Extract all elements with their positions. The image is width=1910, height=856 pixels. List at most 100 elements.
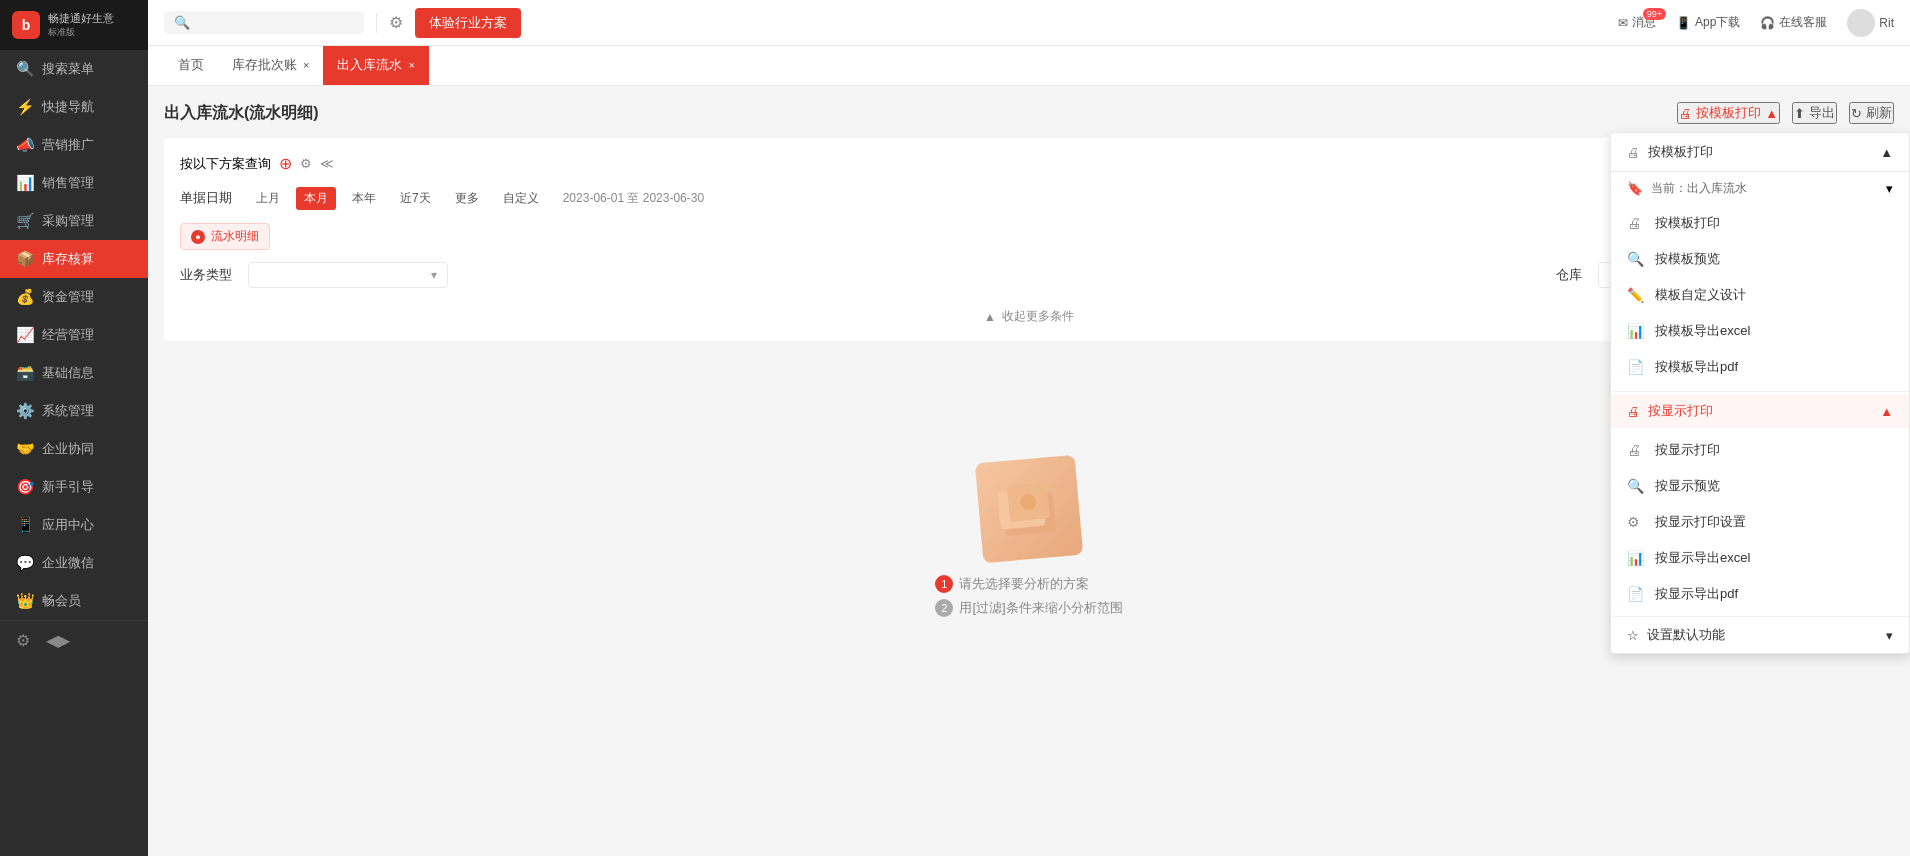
search-input[interactable] bbox=[196, 16, 336, 30]
tab-flow[interactable]: 出入库流水 × bbox=[323, 46, 428, 85]
design-icon: ✏️ bbox=[1627, 287, 1645, 303]
collapse-sidebar-btn[interactable]: ◀▶ bbox=[46, 631, 70, 650]
sidebar-item-system[interactable]: ⚙️ 系统管理 bbox=[0, 392, 148, 430]
tab-flow-close[interactable]: × bbox=[408, 59, 414, 71]
sidebar: b 畅捷通好生意 标准版 🔍 搜索菜单 ⚡ 快捷导航 📣 营销推广 📊 销售管理… bbox=[0, 0, 148, 856]
megaphone-icon: 📣 bbox=[16, 136, 34, 154]
label: 按模板导出excel bbox=[1655, 322, 1750, 340]
dropdown-divider bbox=[1611, 391, 1909, 392]
dropdown-template-preview[interactable]: 🔍 按模板预览 bbox=[1611, 241, 1909, 277]
tab-batch[interactable]: 库存批次账 × bbox=[218, 46, 323, 85]
label: 按显示打印 bbox=[1655, 441, 1720, 459]
date-option-this-month[interactable]: 本月 bbox=[296, 187, 336, 210]
topbar: 🔍 ⚙ 体验行业方案 ✉ 消息 99+ 📱 App下载 🎧 在线客服 Rit bbox=[148, 0, 1910, 46]
tabbar: 首页 库存批次账 × 出入库流水 × bbox=[148, 46, 1910, 86]
tab-home[interactable]: 首页 bbox=[164, 46, 218, 85]
topbar-search-box[interactable]: 🔍 bbox=[164, 11, 364, 34]
date-option-more[interactable]: 更多 bbox=[447, 187, 487, 210]
preview-icon: 🔍 bbox=[1627, 251, 1645, 267]
tab-home-label: 首页 bbox=[178, 56, 204, 74]
dropdown-header: 🖨 按模板打印 ▲ bbox=[1611, 133, 1909, 172]
flash-icon: ⚡ bbox=[16, 98, 34, 116]
crown-icon: 👑 bbox=[16, 592, 34, 610]
business-type-label: 业务类型 bbox=[180, 266, 232, 284]
dropdown-display-sub-header[interactable]: 🖨 按显示打印 ▲ bbox=[1611, 394, 1909, 428]
industry-solution-button[interactable]: 体验行业方案 bbox=[415, 8, 521, 38]
current-label: 当前：出入库流水 bbox=[1651, 180, 1747, 197]
label: 按显示导出pdf bbox=[1655, 585, 1738, 603]
export-button[interactable]: ⬆ 导出 bbox=[1792, 102, 1837, 124]
filter-collapse-btn[interactable]: ≪ bbox=[320, 156, 334, 171]
refresh-button[interactable]: ↻ 刷新 bbox=[1849, 102, 1894, 124]
sidebar-item-operations[interactable]: 📈 经营管理 bbox=[0, 316, 148, 354]
empty-tips: 1 请先选择要分析的方案 2 用[过滤]条件来缩小分析范围 bbox=[935, 575, 1122, 623]
dropdown-display-excel[interactable]: 📊 按显示导出excel bbox=[1611, 540, 1909, 576]
date-option-last-month[interactable]: 上月 bbox=[248, 187, 288, 210]
sidebar-item-search[interactable]: 🔍 搜索菜单 bbox=[0, 50, 148, 88]
excel-icon: 📊 bbox=[1627, 550, 1645, 566]
date-option-custom[interactable]: 自定义 bbox=[495, 187, 547, 210]
business-type-select[interactable]: ▾ bbox=[248, 262, 448, 288]
print-template-button[interactable]: 🖨 按模板打印 ▲ bbox=[1677, 102, 1780, 124]
dropdown-display-settings[interactable]: ⚙ 按显示打印设置 bbox=[1611, 504, 1909, 540]
chart-icon: 📊 bbox=[16, 174, 34, 192]
filter-settings-btn[interactable]: ⚙ bbox=[300, 156, 312, 171]
empty-illustration bbox=[975, 455, 1083, 563]
print-icon: 🖨 bbox=[1679, 106, 1692, 121]
headset-icon: 🎧 bbox=[1760, 16, 1775, 30]
message-badge: 99+ bbox=[1643, 8, 1666, 20]
sidebar-item-marketing[interactable]: 📣 营销推广 bbox=[0, 126, 148, 164]
apps-icon: 📱 bbox=[16, 516, 34, 534]
sidebar-item-finance[interactable]: 💰 资金管理 bbox=[0, 278, 148, 316]
sidebar-item-wechat[interactable]: 💬 企业微信 bbox=[0, 544, 148, 582]
add-filter-btn[interactable]: ⊕ bbox=[279, 154, 292, 173]
sidebar-item-apps[interactable]: 📱 应用中心 bbox=[0, 506, 148, 544]
sidebar-item-purchase[interactable]: 🛒 采购管理 bbox=[0, 202, 148, 240]
sidebar-item-guide[interactable]: 🎯 新手引导 bbox=[0, 468, 148, 506]
sidebar-item-inventory[interactable]: 📦 库存核算 bbox=[0, 240, 148, 278]
sidebar-item-label: 应用中心 bbox=[42, 516, 94, 534]
tab-batch-close[interactable]: × bbox=[303, 59, 309, 71]
sidebar-item-label: 快捷导航 bbox=[42, 98, 94, 116]
topbar-right: ✉ 消息 99+ 📱 App下载 🎧 在线客服 Rit bbox=[1618, 9, 1894, 37]
dropdown-template-excel[interactable]: 📊 按模板导出excel bbox=[1611, 313, 1909, 349]
sidebar-item-basic[interactable]: 🗃️ 基础信息 bbox=[0, 354, 148, 392]
search-icon: 🔍 bbox=[16, 60, 34, 78]
dropdown-template-custom[interactable]: ✏️ 模板自定义设计 bbox=[1611, 277, 1909, 313]
template-section: 🖨 按模板打印 🔍 按模板预览 ✏️ 模板自定义设计 📊 按模板导出excel … bbox=[1611, 201, 1909, 389]
topbar-gear-btn[interactable]: ⚙ bbox=[389, 13, 403, 32]
app-name: 畅捷通好生意 bbox=[48, 11, 114, 25]
dropdown-display-print[interactable]: 🖨 按显示打印 bbox=[1611, 432, 1909, 468]
label: 按模板导出pdf bbox=[1655, 358, 1738, 376]
app-download-btn[interactable]: 📱 App下载 bbox=[1676, 14, 1740, 31]
logo-icon: b bbox=[12, 11, 40, 39]
sidebar-item-member[interactable]: 👑 畅会员 bbox=[0, 582, 148, 620]
chevron-down-icon: ▾ bbox=[1886, 181, 1893, 196]
user-avatar-btn[interactable]: Rit bbox=[1847, 9, 1894, 37]
gear-icon: ⚙️ bbox=[16, 402, 34, 420]
tip-number-1: 1 bbox=[935, 575, 953, 593]
online-service-btn[interactable]: 🎧 在线客服 bbox=[1760, 14, 1827, 31]
dropdown-template-print[interactable]: 🖨 按模板打印 bbox=[1611, 205, 1909, 241]
settings-footer-btn[interactable]: ⚙ bbox=[16, 631, 30, 650]
label: 按显示导出excel bbox=[1655, 549, 1750, 567]
date-option-this-year[interactable]: 本年 bbox=[344, 187, 384, 210]
message-btn[interactable]: ✉ 消息 99+ bbox=[1618, 14, 1656, 31]
current-label-row: 🔖 当前：出入库流水 ▾ bbox=[1611, 172, 1909, 201]
sidebar-item-sales[interactable]: 📊 销售管理 bbox=[0, 164, 148, 202]
star-icon: ☆ bbox=[1627, 628, 1639, 643]
sidebar-item-label: 畅会员 bbox=[42, 592, 81, 610]
sidebar-item-shortcut[interactable]: ⚡ 快捷导航 bbox=[0, 88, 148, 126]
dropdown-footer[interactable]: ☆ 设置默认功能 ▾ bbox=[1611, 616, 1909, 653]
sidebar-item-label: 新手引导 bbox=[42, 478, 94, 496]
export-label: 导出 bbox=[1809, 104, 1835, 122]
dropdown-display-preview[interactable]: 🔍 按显示预览 bbox=[1611, 468, 1909, 504]
dropdown-display-pdf[interactable]: 📄 按显示导出pdf bbox=[1611, 576, 1909, 612]
date-option-7days[interactable]: 近7天 bbox=[392, 187, 439, 210]
sidebar-item-label: 企业微信 bbox=[42, 554, 94, 572]
date-filter: 上月 本月 本年 近7天 更多 自定义 2023-06-01 至 2023-06… bbox=[248, 187, 704, 210]
flow-detail-tag[interactable]: ● 流水明细 bbox=[180, 223, 270, 250]
tab-flow-label: 出入库流水 bbox=[337, 56, 402, 74]
sidebar-item-collab[interactable]: 🤝 企业协同 bbox=[0, 430, 148, 468]
dropdown-template-pdf[interactable]: 📄 按模板导出pdf bbox=[1611, 349, 1909, 385]
